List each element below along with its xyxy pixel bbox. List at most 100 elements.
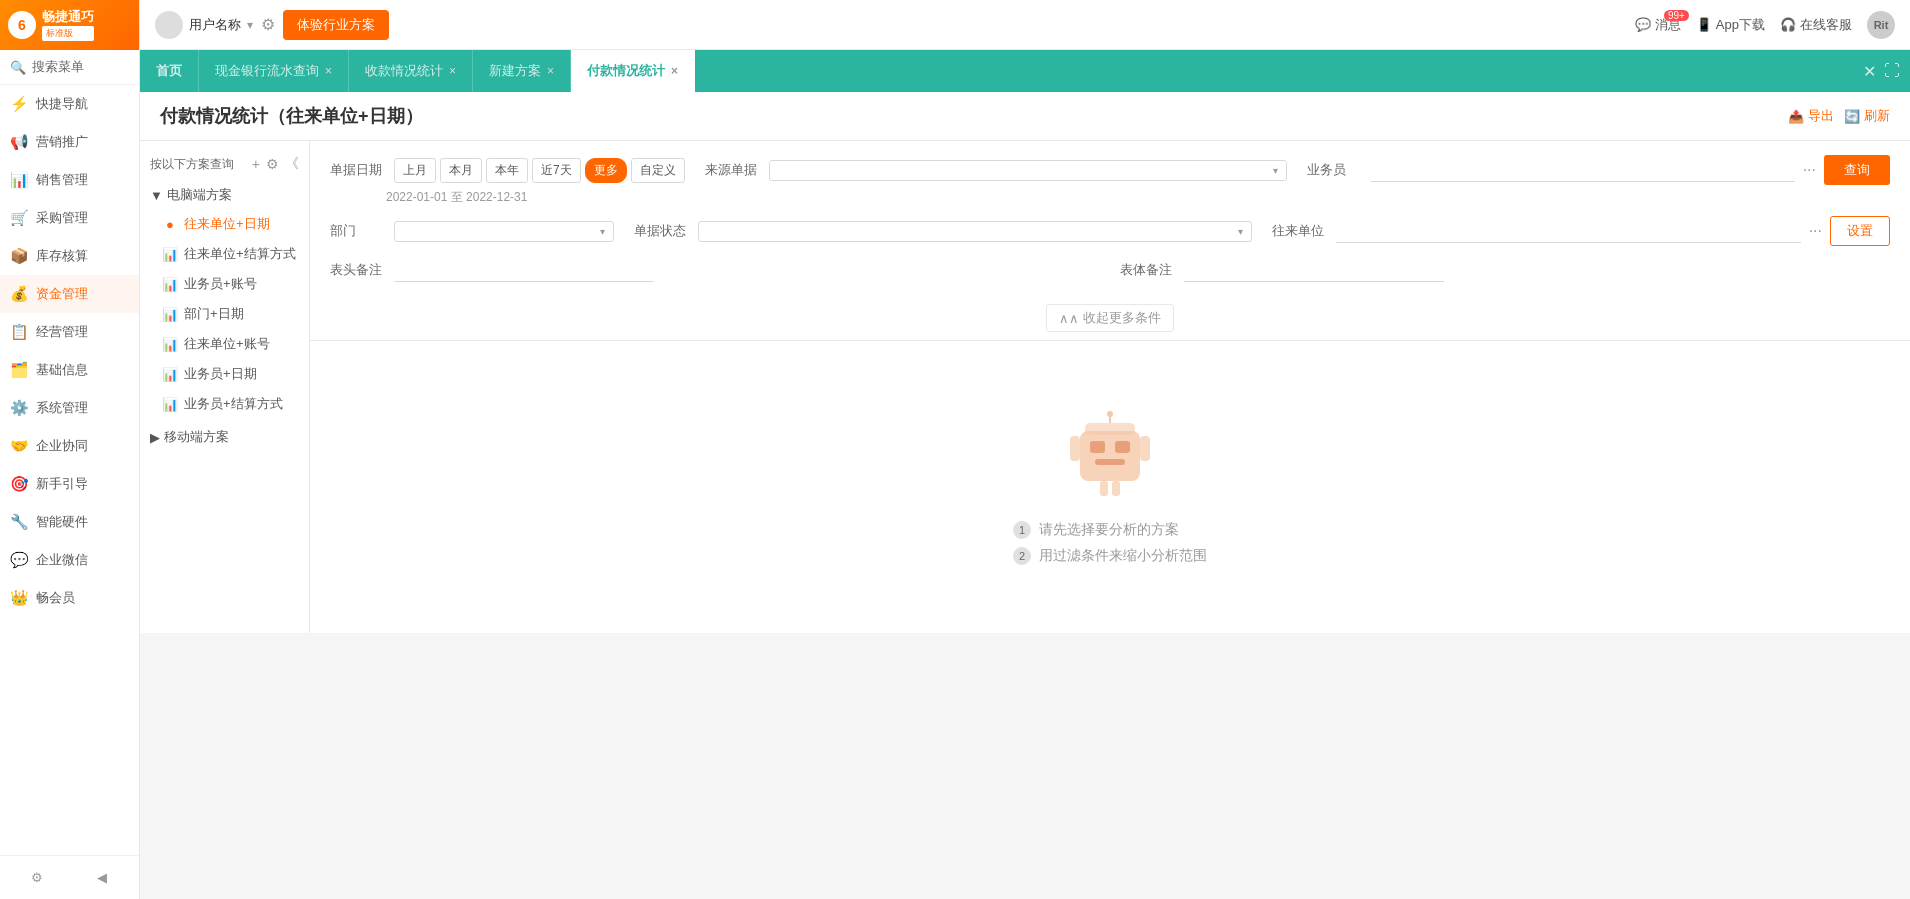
scheme-item-partner-date[interactable]: ● 往来单位+日期 bbox=[140, 209, 309, 239]
topbar-right: 💬 消息 99+ 📱 App下载 🎧 在线客服 Rit bbox=[1635, 11, 1895, 39]
basic-info-icon: 🗂️ bbox=[10, 361, 28, 379]
partner-input[interactable] bbox=[1336, 219, 1801, 243]
salesperson-dots[interactable]: ··· bbox=[1803, 161, 1816, 179]
date-btn-this-month[interactable]: 本月 bbox=[440, 158, 482, 183]
tab-new-plan[interactable]: 新建方案 × bbox=[473, 50, 571, 92]
partner-dots[interactable]: ··· bbox=[1809, 222, 1822, 240]
sidebar-item-wechat[interactable]: 💬 企业微信 bbox=[0, 541, 139, 579]
sidebar-item-enterprise[interactable]: 🤝 企业协同 bbox=[0, 427, 139, 465]
header-note-input[interactable] bbox=[394, 258, 654, 282]
sidebar-item-guide[interactable]: 🎯 新手引导 bbox=[0, 465, 139, 503]
scheme-group-mobile-header[interactable]: ▶ 移动端方案 bbox=[140, 423, 309, 451]
source-voucher-select[interactable]: ▾ bbox=[769, 160, 1288, 181]
header-note-group: 表头备注 bbox=[330, 258, 1100, 282]
tab-receipt-stats-label: 收款情况统计 bbox=[365, 62, 443, 80]
date-btn-last-month[interactable]: 上月 bbox=[394, 158, 436, 183]
expand-btn[interactable]: ⛶ bbox=[1884, 62, 1900, 80]
sidebar-item-label: 新手引导 bbox=[36, 475, 88, 493]
sidebar-item-member[interactable]: 👑 畅会员 bbox=[0, 579, 139, 617]
svg-rect-2 bbox=[1115, 441, 1130, 453]
sidebar-collapse-btn[interactable]: ◀ bbox=[74, 864, 132, 891]
online-service-label: 在线客服 bbox=[1800, 16, 1852, 34]
scheme-item-label: 业务员+结算方式 bbox=[184, 395, 283, 413]
wechat-icon: 💬 bbox=[10, 551, 28, 569]
date-btn-7days[interactable]: 近7天 bbox=[532, 158, 581, 183]
app-download-btn[interactable]: 📱 App下载 bbox=[1696, 16, 1765, 34]
date-btn-this-year[interactable]: 本年 bbox=[486, 158, 528, 183]
query-btn[interactable]: 查询 bbox=[1824, 155, 1890, 185]
sidebar-brand: 畅捷通巧 标准版 bbox=[42, 9, 94, 42]
user-dropdown-arrow: ▾ bbox=[247, 18, 253, 32]
sidebar-item-hardware[interactable]: 🔧 智能硬件 bbox=[0, 503, 139, 541]
scheme-item-partner-account[interactable]: 📊 往来单位+账号 bbox=[140, 329, 309, 359]
capital-icon: 💰 bbox=[10, 285, 28, 303]
tab-payment-stats[interactable]: 付款情况统计 × bbox=[571, 50, 695, 92]
scheme-panel-title: 按以下方案查询 bbox=[150, 156, 234, 173]
scheme-group-desktop-header[interactable]: ▼ 电脑端方案 bbox=[140, 181, 309, 209]
sidebar-item-purchase[interactable]: 🛒 采购管理 bbox=[0, 199, 139, 237]
salesperson-input[interactable] bbox=[1371, 158, 1794, 182]
tab-receipt-stats[interactable]: 收款情况统计 × bbox=[349, 50, 473, 92]
dept-arrow: ▾ bbox=[600, 226, 605, 237]
date-label: 单据日期 bbox=[330, 161, 386, 179]
online-service-btn[interactable]: 🎧 在线客服 bbox=[1780, 16, 1852, 34]
purchase-icon: 🛒 bbox=[10, 209, 28, 227]
content-wrapper: 按以下方案查询 + ⚙ 《 ▼ 电脑端方案 ● 往来单位+日期 bbox=[140, 141, 1910, 633]
date-range-text: 2022-01-01 至 2022-12-31 bbox=[386, 190, 527, 204]
scheme-item-partner-settle[interactable]: 📊 往来单位+结算方式 bbox=[140, 239, 309, 269]
sidebar-item-marketing[interactable]: 📢 营销推广 bbox=[0, 123, 139, 161]
export-btn[interactable]: 📤 导出 bbox=[1788, 107, 1834, 125]
sidebar-item-quick-nav[interactable]: ⚡ 快捷导航 bbox=[0, 85, 139, 123]
tab-receipt-stats-close[interactable]: × bbox=[449, 64, 456, 78]
sidebar-item-label: 资金管理 bbox=[36, 285, 88, 303]
topbar-settings-icon[interactable]: ⚙ bbox=[261, 15, 275, 34]
add-scheme-icon[interactable]: + bbox=[252, 156, 260, 172]
scheme-item-staff-date[interactable]: 📊 业务员+日期 bbox=[140, 359, 309, 389]
scheme-item-staff-account[interactable]: 📊 业务员+账号 bbox=[140, 269, 309, 299]
messages-btn[interactable]: 💬 消息 99+ bbox=[1635, 16, 1681, 34]
tab-home[interactable]: 首页 bbox=[140, 50, 199, 92]
empty-tip-2: 2 用过滤条件来缩小分析范围 bbox=[1013, 547, 1207, 565]
tab-new-plan-close[interactable]: × bbox=[547, 64, 554, 78]
user-profile-avatar[interactable]: Rit bbox=[1867, 11, 1895, 39]
sidebar-settings-btn[interactable]: ⚙ bbox=[8, 864, 66, 891]
collapse-more-btn[interactable]: ∧∧ 收起更多条件 bbox=[1046, 304, 1174, 332]
settings-btn[interactable]: 设置 bbox=[1830, 216, 1890, 246]
body-note-input[interactable] bbox=[1184, 258, 1444, 282]
date-btn-custom[interactable]: 自定义 bbox=[631, 158, 685, 183]
trial-btn[interactable]: 体验行业方案 bbox=[283, 10, 389, 40]
close-all-tabs-btn[interactable]: ✕ bbox=[1863, 62, 1876, 81]
tab-bank-flow[interactable]: 现金银行流水查询 × bbox=[199, 50, 349, 92]
sidebar-item-basic-info[interactable]: 🗂️ 基础信息 bbox=[0, 351, 139, 389]
settings-scheme-icon[interactable]: ⚙ bbox=[266, 156, 279, 172]
sidebar-item-inventory[interactable]: 📦 库存核算 bbox=[0, 237, 139, 275]
salesperson-label: 业务员 bbox=[1307, 161, 1363, 179]
collapse-bar: ∧∧ 收起更多条件 bbox=[310, 296, 1910, 341]
tab-bank-flow-close[interactable]: × bbox=[325, 64, 332, 78]
scheme-item-icon: 📊 bbox=[162, 306, 178, 322]
dept-select[interactable]: ▾ bbox=[394, 221, 614, 242]
messages-icon: 💬 bbox=[1635, 17, 1651, 32]
sidebar-item-operations[interactable]: 📋 经营管理 bbox=[0, 313, 139, 351]
sidebar-item-capital[interactable]: 💰 资金管理 bbox=[0, 275, 139, 313]
tab-payment-stats-close[interactable]: × bbox=[671, 64, 678, 78]
topbar-user[interactable]: 用户名称 ▾ bbox=[155, 11, 253, 39]
scheme-group-desktop: ▼ 电脑端方案 ● 往来单位+日期 📊 往来单位+结算方式 📊 业务员+账号 bbox=[140, 181, 309, 419]
scheme-item-dept-date[interactable]: 📊 部门+日期 bbox=[140, 299, 309, 329]
sidebar-item-system[interactable]: ⚙️ 系统管理 bbox=[0, 389, 139, 427]
scheme-item-label: 业务员+日期 bbox=[184, 365, 257, 383]
scheme-item-label: 部门+日期 bbox=[184, 305, 244, 323]
sidebar-search[interactable]: 🔍 搜索菜单 bbox=[0, 50, 139, 85]
refresh-btn[interactable]: 🔄 刷新 bbox=[1844, 107, 1890, 125]
scheme-item-staff-settle[interactable]: 📊 业务员+结算方式 bbox=[140, 389, 309, 419]
voucher-status-select[interactable]: ▾ bbox=[698, 221, 1252, 242]
sidebar-item-sales[interactable]: 📊 销售管理 bbox=[0, 161, 139, 199]
source-salesperson-group: 来源单据 ▾ 业务员 ··· bbox=[705, 155, 1890, 185]
scheme-item-icon: 📊 bbox=[162, 276, 178, 292]
date-btn-more[interactable]: 更多 bbox=[585, 158, 627, 183]
svg-rect-7 bbox=[1112, 481, 1120, 496]
collapse-scheme-icon[interactable]: 《 bbox=[285, 155, 299, 173]
sidebar-item-label: 企业协同 bbox=[36, 437, 88, 455]
dept-label: 部门 bbox=[330, 222, 386, 240]
source-voucher-label: 来源单据 bbox=[705, 161, 761, 179]
